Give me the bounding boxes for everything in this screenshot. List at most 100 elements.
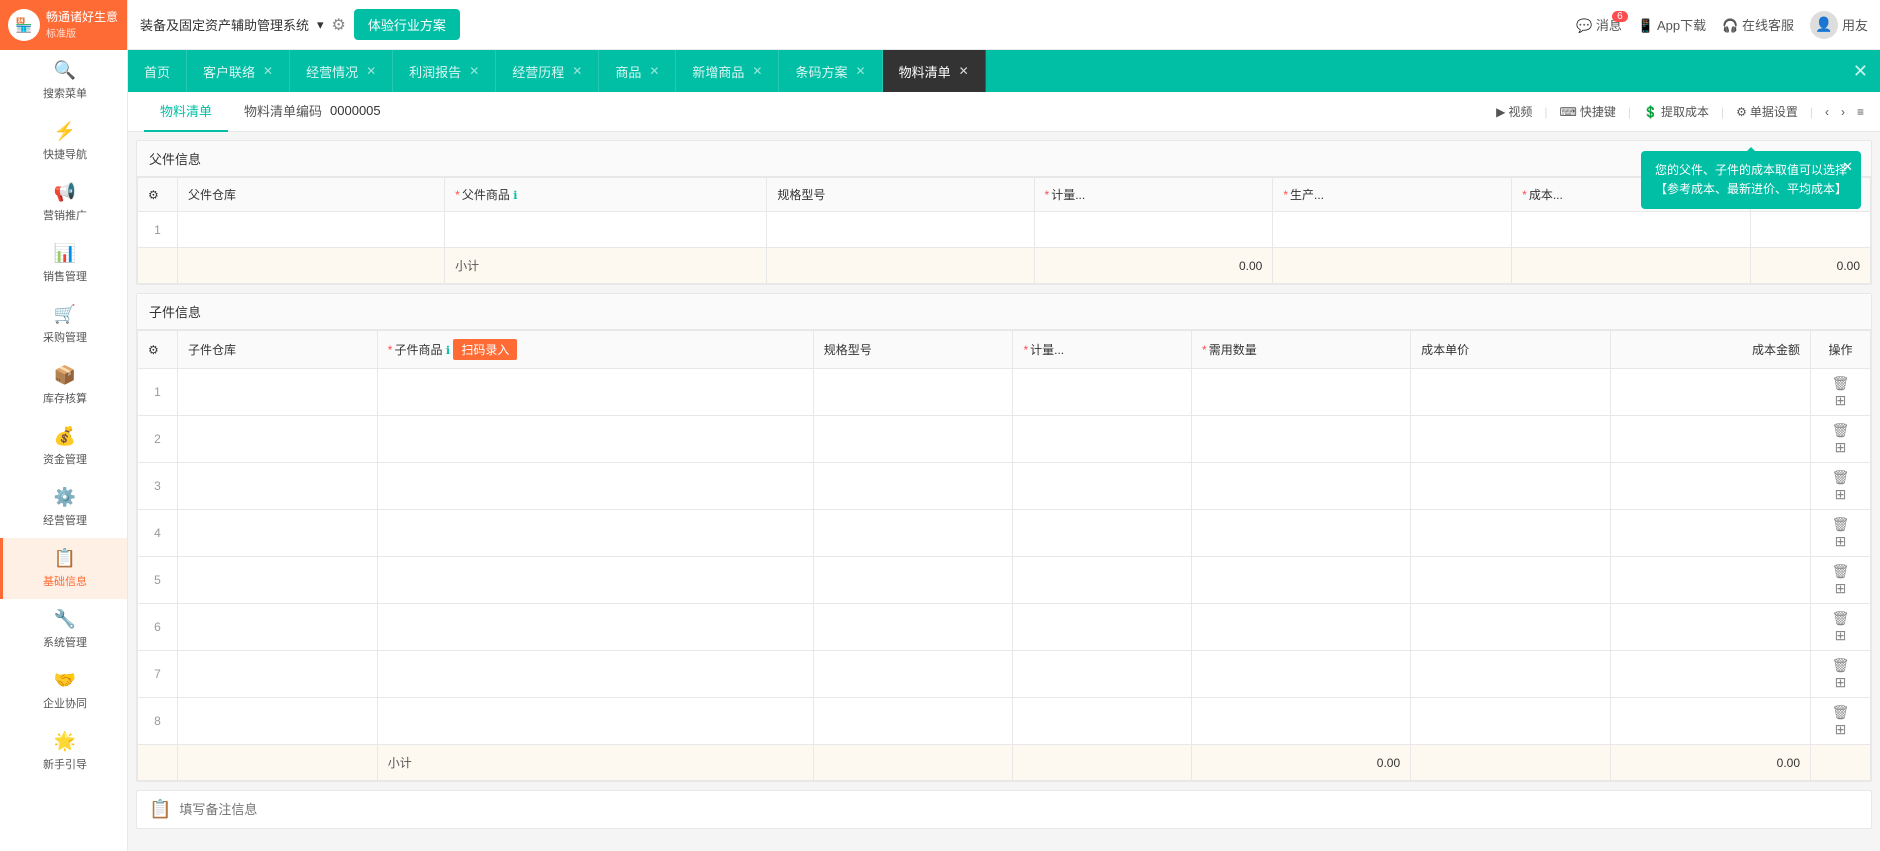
tab-close-goods[interactable]: ✕ [649, 64, 659, 78]
child-row-2-unit[interactable] [1013, 416, 1192, 463]
notes-input[interactable] [179, 802, 1859, 817]
copy-row-4-btn[interactable]: ⊞ [1835, 533, 1847, 549]
nav-close-btn[interactable]: ✕ [1841, 61, 1880, 82]
action-list-view[interactable]: ≡ [1857, 105, 1864, 119]
action-cost[interactable]: 💲 提取成本 [1643, 103, 1709, 120]
child-row-2-product[interactable] [377, 416, 813, 463]
sidebar-item-search[interactable]: 🔍 搜索菜单 [0, 50, 127, 111]
parent-row-1-unit[interactable] [1034, 212, 1273, 248]
sidebar-item-inventory[interactable]: 📦 库存核算 [0, 355, 127, 416]
sidebar-item-operations[interactable]: ⚙️ 经营管理 [0, 477, 127, 538]
tooltip-close-btn[interactable]: ✕ [1842, 157, 1853, 178]
parent-row-1-cost[interactable] [1512, 212, 1751, 248]
action-settings[interactable]: ⚙ 单据设置 [1736, 103, 1798, 120]
sidebar-item-sales[interactable]: 📊 销售管理 [0, 233, 127, 294]
child-row-2-warehouse[interactable] [178, 416, 378, 463]
content-area: 物料清单 物料清单编码 0000005 ▶ 视频 | ⌨ 快捷键 | [128, 92, 1880, 851]
tab-home[interactable]: 首页 [128, 50, 187, 92]
tab-history[interactable]: 经营历程 ✕ [496, 50, 599, 92]
sub-tab-bom-list[interactable]: 物料清单 [144, 92, 228, 132]
sub-tabs: 物料清单 物料清单编码 0000005 ▶ 视频 | ⌨ 快捷键 | [128, 92, 1880, 132]
parent-row-1-spec[interactable] [767, 212, 1034, 248]
sidebar-item-system[interactable]: 🔧 系统管理 [0, 599, 127, 660]
child-row-1-amount[interactable] [1611, 369, 1811, 416]
copy-row-1-btn[interactable]: ⊞ [1835, 392, 1847, 408]
action-nav-next[interactable]: › [1841, 105, 1845, 119]
user-label: 用友 [1842, 15, 1868, 34]
child-col-settings[interactable]: ⚙ [138, 331, 178, 369]
user-menu[interactable]: 👤 用友 [1810, 11, 1868, 39]
tab-goods[interactable]: 商品 ✕ [599, 50, 676, 92]
copy-row-7-btn[interactable]: ⊞ [1835, 674, 1847, 690]
sidebar-item-purchase[interactable]: 🛒 采购管理 [0, 294, 127, 355]
tab-barcode[interactable]: 条码方案 ✕ [779, 50, 882, 92]
sidebar-item-basic[interactable]: 📋 基础信息 [0, 538, 127, 599]
scan-button[interactable]: 扫码录入 [453, 339, 517, 360]
gear-icon[interactable]: ⚙ [332, 15, 346, 35]
action-nav-prev[interactable]: ‹ [1825, 105, 1829, 119]
parent-col-settings[interactable]: ⚙ [138, 178, 178, 212]
tab-operations[interactable]: 经营情况 ✕ [290, 50, 393, 92]
parent-row-1-produce[interactable] [1273, 212, 1512, 248]
tab-close-history[interactable]: ✕ [572, 64, 582, 78]
child-row-1-quantity[interactable] [1192, 369, 1411, 416]
product-info-icon: ℹ [513, 190, 517, 202]
sidebar-item-enterprise[interactable]: 🤝 企业协同 [0, 660, 127, 721]
tab-customers[interactable]: 客户联络 ✕ [187, 50, 290, 92]
tab-bom[interactable]: 物料清单 ✕ [883, 50, 986, 92]
messages-btn[interactable]: 💬 消息 6 [1576, 15, 1622, 34]
experience-btn[interactable]: 体验行业方案 [354, 9, 460, 40]
tab-close-profit[interactable]: ✕ [469, 64, 479, 78]
sidebar-item-guide[interactable]: 🌟 新手引导 [0, 721, 127, 782]
delete-row-5-btn[interactable]: 🗑 [1832, 563, 1850, 579]
child-row-2-quantity[interactable] [1192, 416, 1411, 463]
delete-row-2-btn[interactable]: 🗑 [1832, 422, 1850, 438]
parent-col-warehouse: 父件仓库 [178, 178, 445, 212]
child-row-1-unit-cost[interactable] [1411, 369, 1611, 416]
parent-row-1-warehouse[interactable] [178, 212, 445, 248]
delete-row-7-btn[interactable]: 🗑 [1832, 657, 1850, 673]
app-download-btn[interactable]: 📱 App下载 [1638, 15, 1706, 34]
parent-row-1-amount[interactable] [1751, 212, 1871, 248]
sales-icon: 📊 [54, 243, 76, 264]
child-row-2-spec[interactable] [813, 416, 1013, 463]
copy-row-8-btn[interactable]: ⊞ [1835, 721, 1847, 737]
copy-row-6-btn[interactable]: ⊞ [1835, 627, 1847, 643]
delete-row-1-btn[interactable]: 🗑 [1832, 375, 1850, 391]
delete-row-3-btn[interactable]: 🗑 [1832, 469, 1850, 485]
tab-new-goods[interactable]: 新增商品 ✕ [676, 50, 779, 92]
copy-row-3-btn[interactable]: ⊞ [1835, 486, 1847, 502]
copy-row-2-btn[interactable]: ⊞ [1835, 439, 1847, 455]
tab-close-customers[interactable]: ✕ [263, 64, 273, 78]
parent-row-1-product[interactable] [445, 212, 767, 248]
child-subtotal-amount: 0.00 [1611, 745, 1811, 781]
delete-row-8-btn[interactable]: 🗑 [1832, 704, 1850, 720]
delete-row-6-btn[interactable]: 🗑 [1832, 610, 1850, 626]
operations-icon: ⚙️ [54, 487, 76, 508]
sub-tab-bom-code[interactable]: 物料清单编码 0000005 [228, 92, 397, 132]
copy-row-5-btn[interactable]: ⊞ [1835, 580, 1847, 596]
child-row-1-product[interactable] [377, 369, 813, 416]
tab-close-bom[interactable]: ✕ [959, 64, 969, 78]
action-shortcut[interactable]: ⌨ 快捷键 [1560, 103, 1616, 120]
child-row-2-unit-cost[interactable] [1411, 416, 1611, 463]
tab-close-operations[interactable]: ✕ [366, 64, 376, 78]
online-service-btn[interactable]: 🎧 在线客服 [1722, 15, 1794, 34]
chevron-left-icon: ‹ [1825, 105, 1829, 119]
purchase-icon: 🛒 [54, 304, 76, 325]
parent-subtotal-row: 小计 0.00 0.00 [138, 248, 1871, 284]
child-row-1-warehouse[interactable] [178, 369, 378, 416]
sidebar-item-marketing[interactable]: 📢 营销推广 [0, 172, 127, 233]
tab-profit[interactable]: 利润报告 ✕ [393, 50, 496, 92]
main-area: 装备及固定资产辅助管理系统 ▾ ⚙ 体验行业方案 💬 消息 6 📱 App下载 … [128, 0, 1880, 851]
tab-close-new-goods[interactable]: ✕ [752, 64, 762, 78]
child-row-1-spec[interactable] [813, 369, 1013, 416]
sidebar-item-quick-nav[interactable]: ⚡ 快捷导航 [0, 111, 127, 172]
child-row-2-amount[interactable] [1611, 416, 1811, 463]
sidebar-item-finance[interactable]: 💰 资金管理 [0, 416, 127, 477]
action-view[interactable]: ▶ 视频 [1496, 103, 1532, 120]
system-dropdown[interactable]: ▾ [317, 17, 324, 33]
delete-row-4-btn[interactable]: 🗑 [1832, 516, 1850, 532]
tab-close-barcode[interactable]: ✕ [856, 64, 866, 78]
child-row-1-unit[interactable] [1013, 369, 1192, 416]
